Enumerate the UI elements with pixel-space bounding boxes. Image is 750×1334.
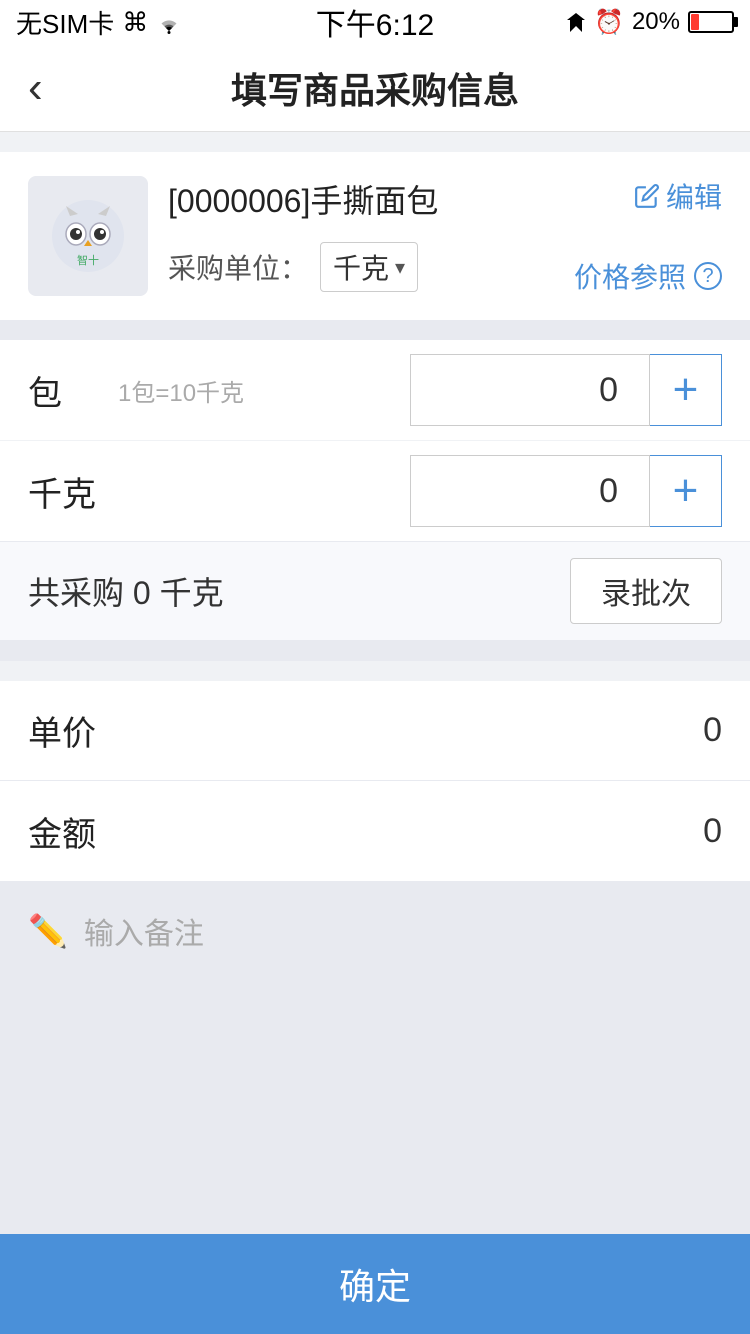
alarm-icon: ⏰ — [594, 8, 624, 37]
battery-percent: 20% — [632, 8, 680, 36]
price-ref-button[interactable]: 价格参照 ? — [574, 256, 722, 296]
svg-text:智十: 智十 — [77, 253, 99, 267]
price-section: 单价 0 金额 0 — [0, 681, 750, 881]
kg-input-section: 千克 + — [0, 441, 750, 541]
kg-quantity-input[interactable] — [410, 455, 650, 527]
nav-bar: ‹ 填写商品采购信息 — [0, 44, 750, 132]
unit-select[interactable]: 千克 ▾ — [320, 242, 418, 292]
page-title: 填写商品采购信息 — [231, 62, 519, 114]
status-bar: 无SIM卡 ⌘ 下午6:12 ⏰ 20% — [0, 0, 750, 44]
section-divider-1 — [0, 320, 750, 340]
unit-price-row: 单价 0 — [0, 681, 750, 781]
pencil-icon: ✏️ — [28, 912, 68, 950]
confirm-button-label: 确定 — [339, 1258, 411, 1310]
bag-input-section: 包 1包=10千克 + — [0, 340, 750, 440]
unit-price-label: 单价 — [28, 706, 96, 755]
amount-value: 0 — [703, 812, 722, 851]
bag-input-row: 包 1包=10千克 + — [0, 340, 750, 440]
wifi-icon: ⌘ — [122, 7, 183, 38]
section-divider-2 — [0, 641, 750, 661]
status-left: 无SIM卡 ⌘ — [16, 4, 183, 41]
price-ref-label: 价格参照 — [574, 256, 686, 296]
amount-row: 金额 0 — [0, 781, 750, 881]
status-time: 下午6:12 — [316, 0, 434, 44]
bag-quantity-input[interactable] — [410, 354, 650, 426]
amount-label: 金额 — [28, 807, 96, 856]
remark-placeholder: 输入备注 — [84, 909, 204, 953]
unit-label: 采购单位： — [168, 247, 308, 287]
bag-label: 包 — [28, 366, 108, 415]
kg-plus-button[interactable]: + — [650, 455, 722, 527]
confirm-button[interactable]: 确定 — [0, 1234, 750, 1334]
help-icon: ? — [694, 262, 722, 290]
battery-icon — [688, 11, 734, 33]
kg-label: 千克 — [28, 467, 108, 516]
summary-row: 共采购 0 千克 录批次 — [0, 541, 750, 641]
unit-value: 千克 — [333, 247, 389, 287]
kg-input-row: 千克 + — [0, 441, 750, 541]
edit-label: 编辑 — [666, 176, 722, 216]
bag-input-control: + — [410, 354, 722, 426]
location-icon — [566, 8, 586, 36]
edit-button[interactable]: 编辑 — [634, 176, 722, 216]
carrier-label: 无SIM卡 — [16, 4, 114, 41]
summary-text: 共采购 0 千克 — [28, 568, 224, 614]
kg-input-control: + — [410, 455, 722, 527]
product-card: 智十 [0000006]手撕面包 采购单位： 千克 ▾ 编辑 价格参照 ? — [0, 152, 750, 320]
unit-price-value: 0 — [703, 711, 722, 750]
bag-sublabel: 1包=10千克 — [118, 373, 410, 408]
status-right: ⏰ 20% — [566, 8, 734, 37]
bag-plus-button[interactable]: + — [650, 354, 722, 426]
remark-section[interactable]: ✏️ 输入备注 — [0, 881, 750, 981]
back-button[interactable]: ‹ — [28, 63, 43, 113]
chevron-down-icon: ▾ — [395, 255, 405, 280]
record-batch-button[interactable]: 录批次 — [570, 558, 722, 624]
product-thumbnail: 智十 — [28, 176, 148, 296]
